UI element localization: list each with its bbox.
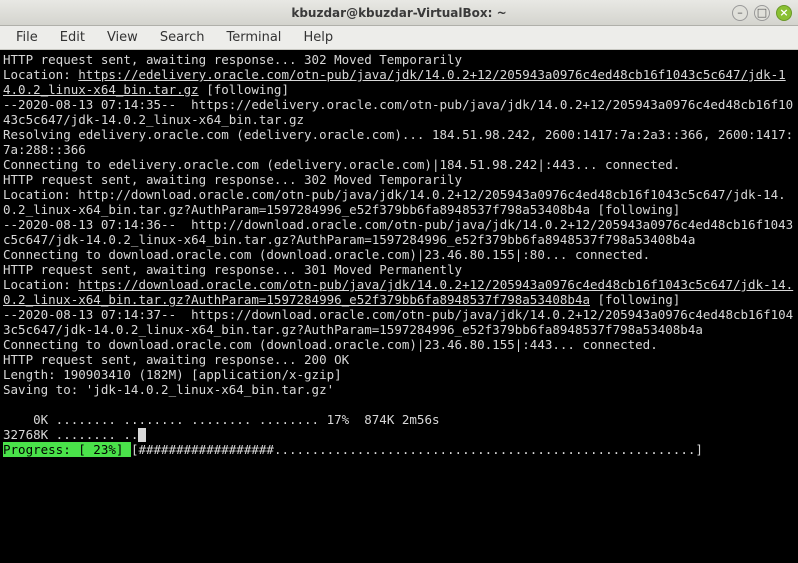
term-line: --2020-08-13 07:14:36-- http://download.… bbox=[3, 217, 793, 247]
window-controls: – □ × bbox=[732, 5, 792, 21]
term-line: [following] bbox=[590, 292, 680, 307]
term-url: https://edelivery.oracle.com/otn-pub/jav… bbox=[3, 67, 786, 97]
window-titlebar: kbuzdar@kbuzdar-VirtualBox: ~ – □ × bbox=[0, 0, 798, 26]
term-line: HTTP request sent, awaiting response... … bbox=[3, 52, 462, 67]
term-line: Location: bbox=[3, 67, 78, 82]
menu-terminal[interactable]: Terminal bbox=[216, 28, 291, 47]
menu-help[interactable]: Help bbox=[293, 28, 343, 47]
progress-bar-rest: ........................................… bbox=[274, 442, 703, 457]
menu-view[interactable]: View bbox=[97, 28, 148, 47]
progress-label: Progress: [ 23%] bbox=[3, 442, 131, 457]
maximize-button[interactable]: □ bbox=[754, 5, 770, 21]
term-line: Location: bbox=[3, 277, 78, 292]
minimize-button[interactable]: – bbox=[732, 5, 748, 21]
term-line: Length: 190903410 (182M) [application/x-… bbox=[3, 367, 342, 382]
term-line: HTTP request sent, awaiting response... … bbox=[3, 262, 462, 277]
close-button[interactable]: × bbox=[776, 5, 792, 21]
terminal-output[interactable]: HTTP request sent, awaiting response... … bbox=[0, 50, 798, 563]
terminal-cursor bbox=[138, 428, 146, 442]
term-line: Location: http://download.oracle.com/otn… bbox=[3, 187, 786, 217]
term-line: Saving to: 'jdk-14.0.2_linux-x64_bin.tar… bbox=[3, 382, 334, 397]
term-line: --2020-08-13 07:14:37-- https://download… bbox=[3, 307, 793, 337]
menubar: File Edit View Search Terminal Help bbox=[0, 26, 798, 50]
term-line: [following] bbox=[199, 82, 289, 97]
menu-file[interactable]: File bbox=[6, 28, 48, 47]
term-line: HTTP request sent, awaiting response... … bbox=[3, 352, 349, 367]
term-line: Connecting to edelivery.oracle.com (edel… bbox=[3, 157, 680, 172]
progress-row-1: 0K ........ ........ ........ ........ 1… bbox=[3, 412, 440, 427]
term-line: Connecting to download.oracle.com (downl… bbox=[3, 247, 650, 262]
window-title: kbuzdar@kbuzdar-VirtualBox: ~ bbox=[291, 6, 506, 20]
term-line: Connecting to download.oracle.com (downl… bbox=[3, 337, 658, 352]
term-line: HTTP request sent, awaiting response... … bbox=[3, 172, 462, 187]
progress-row-2: 32768K ........ .. bbox=[3, 427, 138, 442]
term-line: Resolving edelivery.oracle.com (edeliver… bbox=[3, 127, 793, 157]
menu-edit[interactable]: Edit bbox=[50, 28, 95, 47]
menu-search[interactable]: Search bbox=[150, 28, 215, 47]
progress-bar-fill: [################## bbox=[131, 442, 274, 457]
term-line: --2020-08-13 07:14:35-- https://edeliver… bbox=[3, 97, 793, 127]
